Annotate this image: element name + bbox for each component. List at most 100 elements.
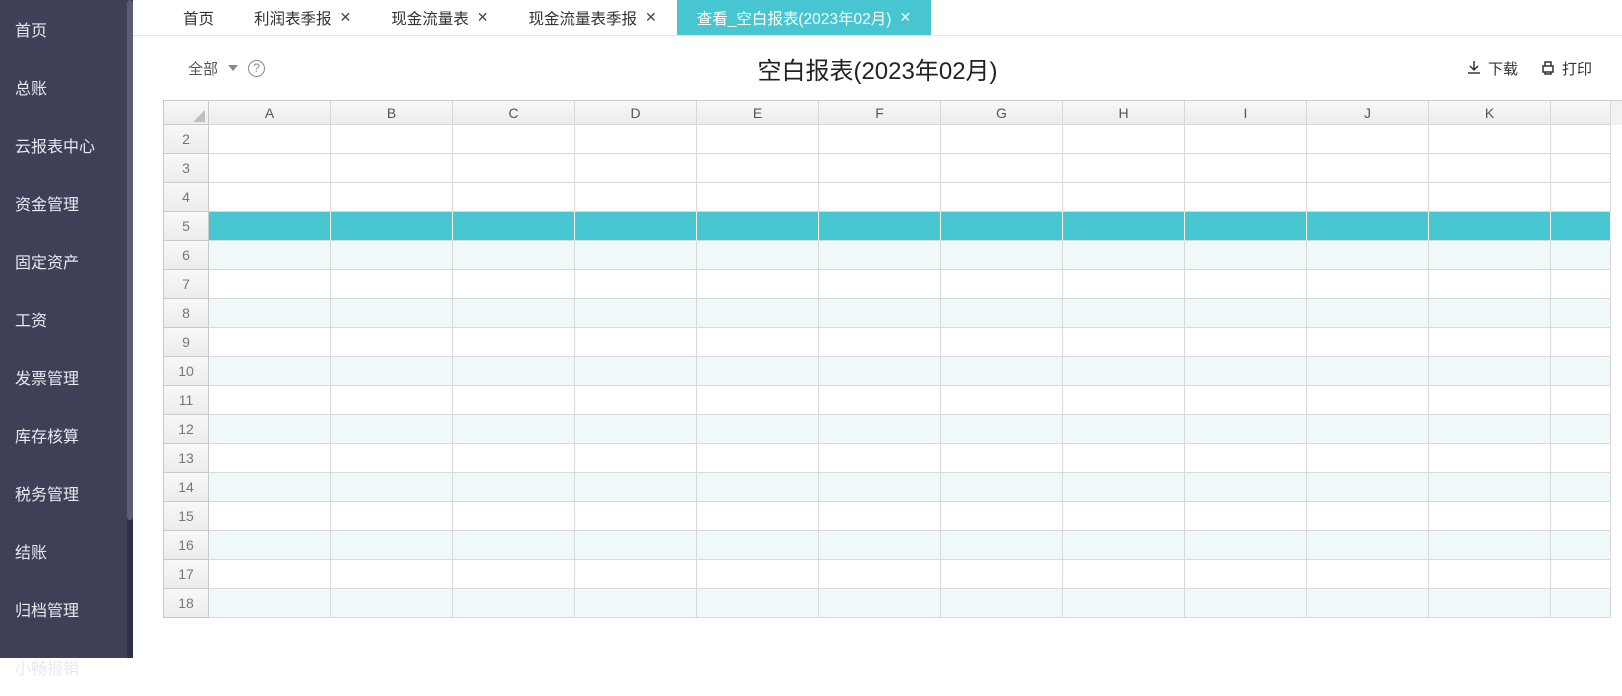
cell-overflow-12[interactable] xyxy=(1551,415,1611,444)
cell-overflow-3[interactable] xyxy=(1551,154,1611,183)
cell-F18[interactable] xyxy=(819,589,941,618)
cell-B9[interactable] xyxy=(331,328,453,357)
cell-I5[interactable] xyxy=(1185,212,1307,241)
cell-B18[interactable] xyxy=(331,589,453,618)
cell-K16[interactable] xyxy=(1429,531,1551,560)
cell-A8[interactable] xyxy=(209,299,331,328)
cell-C14[interactable] xyxy=(453,473,575,502)
col-header-F[interactable]: F xyxy=(819,101,941,125)
cell-E11[interactable] xyxy=(697,386,819,415)
cell-F7[interactable] xyxy=(819,270,941,299)
cell-D10[interactable] xyxy=(575,357,697,386)
cell-I2[interactable] xyxy=(1185,125,1307,154)
cell-J11[interactable] xyxy=(1307,386,1429,415)
cell-D6[interactable] xyxy=(575,241,697,270)
row-header-17[interactable]: 17 xyxy=(164,560,209,589)
cell-K11[interactable] xyxy=(1429,386,1551,415)
cell-B3[interactable] xyxy=(331,154,453,183)
cell-A14[interactable] xyxy=(209,473,331,502)
cell-H16[interactable] xyxy=(1063,531,1185,560)
cell-D18[interactable] xyxy=(575,589,697,618)
cell-D4[interactable] xyxy=(575,183,697,212)
close-icon[interactable]: ✕ xyxy=(477,9,489,26)
cell-G11[interactable] xyxy=(941,386,1063,415)
col-header-C[interactable]: C xyxy=(453,101,575,125)
cell-H12[interactable] xyxy=(1063,415,1185,444)
cell-C5[interactable] xyxy=(453,212,575,241)
cell-I12[interactable] xyxy=(1185,415,1307,444)
cell-overflow-10[interactable] xyxy=(1551,357,1611,386)
cell-G5[interactable] xyxy=(941,212,1063,241)
cell-I17[interactable] xyxy=(1185,560,1307,589)
sidebar-item-10[interactable]: 归档管理 xyxy=(0,580,127,638)
cell-H9[interactable] xyxy=(1063,328,1185,357)
cell-A11[interactable] xyxy=(209,386,331,415)
cell-E2[interactable] xyxy=(697,125,819,154)
help-icon[interactable]: ? xyxy=(248,60,265,77)
row-header-16[interactable]: 16 xyxy=(164,531,209,560)
cell-G15[interactable] xyxy=(941,502,1063,531)
cell-E10[interactable] xyxy=(697,357,819,386)
cell-C12[interactable] xyxy=(453,415,575,444)
cell-D16[interactable] xyxy=(575,531,697,560)
cell-D5[interactable] xyxy=(575,212,697,241)
close-icon[interactable]: ✕ xyxy=(645,9,657,26)
cell-A15[interactable] xyxy=(209,502,331,531)
cell-A6[interactable] xyxy=(209,241,331,270)
cell-K13[interactable] xyxy=(1429,444,1551,473)
cell-J2[interactable] xyxy=(1307,125,1429,154)
col-header-B[interactable]: B xyxy=(331,101,453,125)
cell-C7[interactable] xyxy=(453,270,575,299)
sidebar-item-11[interactable]: 小畅报销 xyxy=(0,638,127,696)
cell-H11[interactable] xyxy=(1063,386,1185,415)
tab-0[interactable]: 首页 xyxy=(163,0,234,35)
sidebar-item-8[interactable]: 税务管理 xyxy=(0,464,127,522)
cell-D12[interactable] xyxy=(575,415,697,444)
cell-B16[interactable] xyxy=(331,531,453,560)
cell-J4[interactable] xyxy=(1307,183,1429,212)
cell-H6[interactable] xyxy=(1063,241,1185,270)
cell-J13[interactable] xyxy=(1307,444,1429,473)
cell-F4[interactable] xyxy=(819,183,941,212)
cell-D11[interactable] xyxy=(575,386,697,415)
row-header-6[interactable]: 6 xyxy=(164,241,209,270)
cell-E12[interactable] xyxy=(697,415,819,444)
row-header-15[interactable]: 15 xyxy=(164,502,209,531)
cell-E18[interactable] xyxy=(697,589,819,618)
cell-D15[interactable] xyxy=(575,502,697,531)
cell-I6[interactable] xyxy=(1185,241,1307,270)
cell-B2[interactable] xyxy=(331,125,453,154)
cell-overflow-6[interactable] xyxy=(1551,241,1611,270)
row-header-12[interactable]: 12 xyxy=(164,415,209,444)
cell-A13[interactable] xyxy=(209,444,331,473)
cell-H3[interactable] xyxy=(1063,154,1185,183)
cell-F5[interactable] xyxy=(819,212,941,241)
cell-I9[interactable] xyxy=(1185,328,1307,357)
row-header-18[interactable]: 18 xyxy=(164,589,209,618)
cell-J6[interactable] xyxy=(1307,241,1429,270)
print-button[interactable]: 打印 xyxy=(1540,58,1592,79)
row-header-13[interactable]: 13 xyxy=(164,444,209,473)
cell-E5[interactable] xyxy=(697,212,819,241)
cell-B4[interactable] xyxy=(331,183,453,212)
cell-G9[interactable] xyxy=(941,328,1063,357)
sidebar-item-3[interactable]: 资金管理 xyxy=(0,174,127,232)
cell-C10[interactable] xyxy=(453,357,575,386)
cell-F15[interactable] xyxy=(819,502,941,531)
cell-E14[interactable] xyxy=(697,473,819,502)
col-header-H[interactable]: H xyxy=(1063,101,1185,125)
cell-C4[interactable] xyxy=(453,183,575,212)
cell-I13[interactable] xyxy=(1185,444,1307,473)
sidebar-item-9[interactable]: 结账 xyxy=(0,522,127,580)
cell-C16[interactable] xyxy=(453,531,575,560)
tab-3[interactable]: 现金流量表季报✕ xyxy=(509,0,677,35)
sidebar-item-4[interactable]: 固定资产 xyxy=(0,232,127,290)
cell-F3[interactable] xyxy=(819,154,941,183)
tab-2[interactable]: 现金流量表✕ xyxy=(371,0,508,35)
cell-overflow-13[interactable] xyxy=(1551,444,1611,473)
sidebar-item-5[interactable]: 工资 xyxy=(0,290,127,348)
cell-I15[interactable] xyxy=(1185,502,1307,531)
cell-I10[interactable] xyxy=(1185,357,1307,386)
cell-E4[interactable] xyxy=(697,183,819,212)
cell-G12[interactable] xyxy=(941,415,1063,444)
